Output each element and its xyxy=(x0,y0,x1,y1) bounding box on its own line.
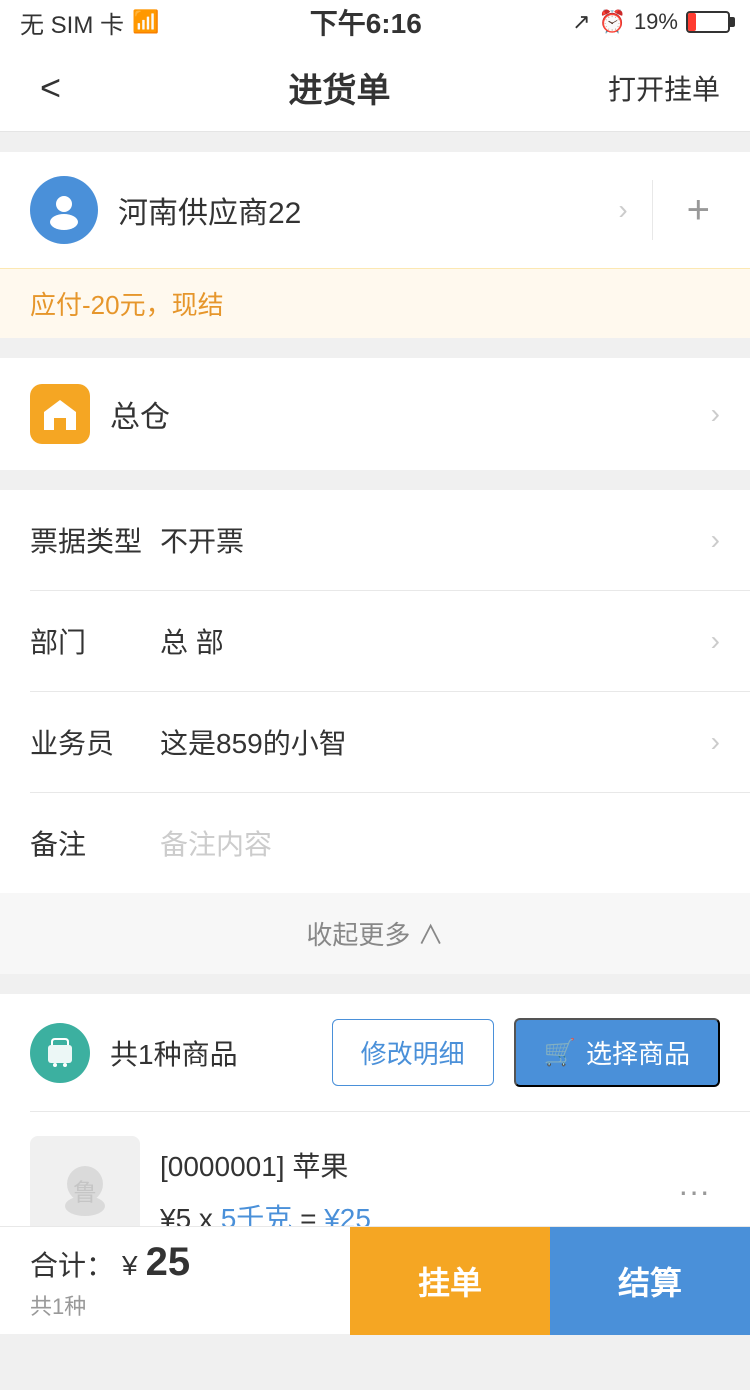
product-thumb-icon: 鲁 xyxy=(50,1156,120,1226)
remark-label: 备注 xyxy=(30,823,160,863)
svg-text:鲁: 鲁 xyxy=(73,1179,97,1206)
checkout-button[interactable]: 结算 xyxy=(550,1227,750,1335)
location-icon: ↗ xyxy=(572,9,590,35)
remark-row[interactable]: 备注 备注内容 xyxy=(0,793,750,893)
total-symbol: ¥ xyxy=(122,1250,138,1282)
open-hang-button[interactable]: 打开挂单 xyxy=(608,68,720,108)
warehouse-icon xyxy=(42,396,78,432)
remark-input[interactable]: 备注内容 xyxy=(160,823,720,863)
staff-value: 这是859的小智 xyxy=(160,722,711,762)
page-title: 进货单 xyxy=(289,63,391,112)
battery-icon xyxy=(686,11,730,33)
product-info: [0000001] 苹果 ¥5 x 5千克 = ¥25 xyxy=(160,1145,648,1237)
invoice-value: 不开票 xyxy=(160,520,711,560)
dept-label: 部门 xyxy=(30,621,160,661)
product-header: 共1种商品 修改明细 🛒 选择商品 xyxy=(0,994,750,1111)
wifi-icon: 📶 xyxy=(132,9,159,35)
warehouse-icon-wrap xyxy=(30,384,90,444)
collapse-toggle[interactable]: 收起更多 ∧ xyxy=(0,893,750,974)
edit-detail-button[interactable]: 修改明细 xyxy=(332,1019,494,1086)
warehouse-card: 总仓 › xyxy=(0,358,750,470)
staff-row[interactable]: 业务员 这是859的小智 › xyxy=(0,692,750,792)
total-section: 合计： ¥ 25 共1种 xyxy=(0,1240,350,1321)
bottom-bar: 合计： ¥ 25 共1种 挂单 结算 xyxy=(0,1226,750,1334)
back-button[interactable]: < xyxy=(30,57,71,119)
separator-top xyxy=(0,132,750,152)
staff-label: 业务员 xyxy=(30,722,160,762)
payment-info: 应付-20元，现结 xyxy=(0,268,750,338)
total-amount: 25 xyxy=(146,1240,191,1285)
person-icon xyxy=(44,190,84,230)
form-card: 票据类型 不开票 › 部门 总 部 › 业务员 这是859的小智 › 备注 备注… xyxy=(0,490,750,893)
alarm-icon: ⏰ xyxy=(599,9,626,35)
separator-1 xyxy=(0,338,750,358)
dept-row[interactable]: 部门 总 部 › xyxy=(0,591,750,691)
total-sub-label: 共1种 xyxy=(30,1289,320,1321)
select-product-label: 选择商品 xyxy=(586,1034,690,1071)
total-label-row: 合计： ¥ 25 xyxy=(30,1240,320,1285)
warehouse-row[interactable]: 总仓 › xyxy=(0,358,750,470)
product-name: 苹果 xyxy=(292,1151,348,1182)
warehouse-name: 总仓 xyxy=(110,392,711,436)
product-count-label: 共1种商品 xyxy=(110,1033,312,1073)
separator-2 xyxy=(0,470,750,490)
dept-value: 总 部 xyxy=(160,621,711,661)
select-product-cart-icon: 🛒 xyxy=(544,1037,576,1068)
select-product-button[interactable]: 🛒 选择商品 xyxy=(514,1018,720,1087)
staff-chevron-icon: › xyxy=(711,726,720,758)
supplier-card: 河南供应商22 › + 应付-20元，现结 xyxy=(0,152,750,338)
separator-3 xyxy=(0,974,750,994)
cart-icon xyxy=(42,1035,78,1071)
total-label-text: 合计： xyxy=(30,1244,114,1284)
hang-button[interactable]: 挂单 xyxy=(350,1227,550,1335)
add-supplier-button[interactable]: + xyxy=(677,188,720,233)
supplier-avatar xyxy=(30,176,98,244)
product-code: [0000001] xyxy=(160,1151,285,1182)
invoice-chevron-icon: › xyxy=(711,524,720,556)
battery-fill xyxy=(688,13,696,31)
status-time: 下午6:16 xyxy=(310,2,422,42)
product-section-icon xyxy=(30,1023,90,1083)
more-options-button[interactable]: ··· xyxy=(668,1163,720,1220)
vertical-divider xyxy=(652,180,653,240)
status-bar: 无 SIM 卡 📶 下午6:16 ↗ ⏰ 19% xyxy=(0,0,750,44)
nav-bar: < 进货单 打开挂单 xyxy=(0,44,750,132)
warehouse-chevron-icon: › xyxy=(711,398,720,430)
status-right: ↗ ⏰ 19% xyxy=(572,9,730,35)
invoice-row[interactable]: 票据类型 不开票 › xyxy=(0,490,750,590)
carrier-text: 无 SIM 卡 xyxy=(20,5,124,40)
status-left: 无 SIM 卡 📶 xyxy=(20,5,159,40)
invoice-label: 票据类型 xyxy=(30,520,160,560)
supplier-row[interactable]: 河南供应商22 › + xyxy=(0,152,750,268)
dept-chevron-icon: › xyxy=(711,625,720,657)
product-title: [0000001] 苹果 xyxy=(160,1145,648,1185)
supplier-chevron-icon: › xyxy=(618,194,627,226)
battery-percent: 19% xyxy=(634,9,678,35)
supplier-name: 河南供应商22 xyxy=(118,188,618,232)
